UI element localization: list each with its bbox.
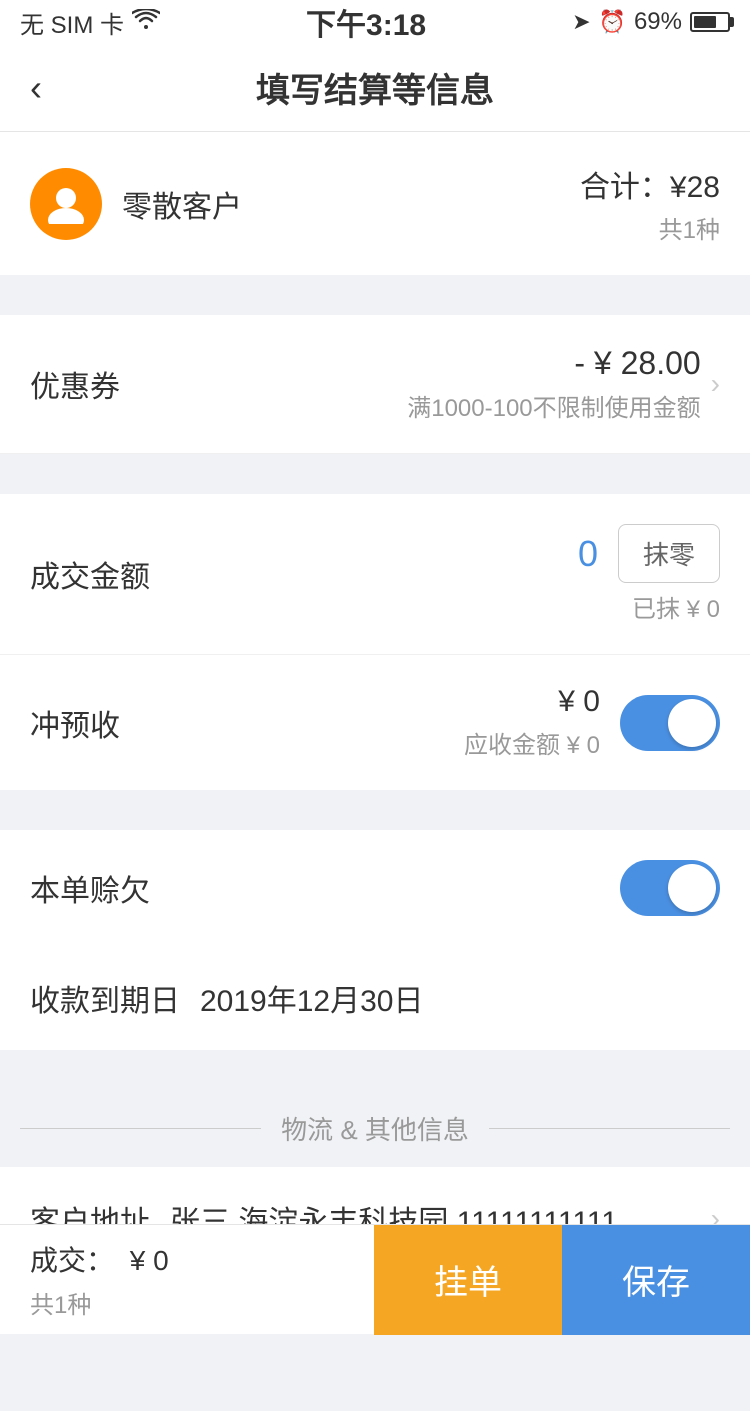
prepay-row: 冲预收 ¥ 0 应收金额 ¥ 0: [0, 655, 750, 790]
divider-line-right: [489, 1128, 730, 1129]
total-amount: 合计：¥28: [580, 162, 720, 206]
battery-fill: [694, 16, 716, 28]
credit-toggle-knob: [668, 864, 716, 912]
due-date-value: 2019年12月30日: [200, 976, 423, 1020]
coupon-label: 优惠券: [30, 362, 120, 406]
coupon-section: 优惠券 - ¥ 28.00 满1000-100不限制使用金额 ›: [0, 315, 750, 454]
battery-percent: 69%: [634, 8, 682, 36]
total-count: 共1种: [580, 210, 720, 245]
coupon-amount: - ¥ 28.00: [407, 345, 700, 382]
bottom-deal-amount: ¥ 0: [130, 1245, 169, 1276]
wifi-icon: [132, 8, 160, 36]
bottom-deal-label: 成交：: [30, 1245, 114, 1276]
status-right: ➤ ⏰ 69%: [572, 8, 730, 36]
location-icon: ➤: [572, 9, 590, 35]
status-time: 下午3:18: [306, 0, 426, 44]
save-button[interactable]: 保存: [562, 1225, 750, 1335]
bottom-count: 共1种: [30, 1285, 344, 1320]
toggle-knob: [668, 699, 716, 747]
prepay-toggle[interactable]: [620, 695, 720, 751]
avatar: [30, 168, 102, 240]
coupon-info: - ¥ 28.00 满1000-100不限制使用金额: [407, 345, 700, 423]
customer-section: 零散客户 合计：¥28 共1种: [0, 132, 750, 275]
deal-amount-value-area: 0 抹零: [578, 524, 720, 583]
status-bar: 无 SIM 卡 下午3:18 ➤ ⏰ 69%: [0, 0, 750, 44]
nav-bar: ‹ 填写结算等信息: [0, 44, 750, 132]
coupon-right: - ¥ 28.00 满1000-100不限制使用金额 ›: [407, 345, 720, 423]
coupon-row[interactable]: 优惠券 - ¥ 28.00 满1000-100不限制使用金额 ›: [0, 315, 750, 454]
hold-button[interactable]: 挂单: [374, 1225, 562, 1335]
customer-name: 零散客户: [122, 182, 242, 226]
alarm-icon: ⏰: [599, 9, 626, 35]
deal-amount-label: 成交金额: [30, 552, 150, 596]
bottom-info: 成交： ¥ 0 共1种: [0, 1239, 374, 1320]
credit-label: 本单赊欠: [30, 866, 150, 910]
logistics-divider: 物流 & 其他信息: [0, 1090, 750, 1167]
credit-row: 本单赊欠: [0, 830, 750, 946]
customer-total: 合计：¥28 共1种: [580, 162, 720, 245]
deal-amount-right: 0 抹零 已抹 ¥ 0: [578, 524, 720, 624]
deal-sub-label: 已抹 ¥ 0: [632, 589, 720, 624]
status-left: 无 SIM 卡: [20, 5, 160, 40]
carrier-text: 无 SIM 卡: [20, 5, 124, 40]
customer-row[interactable]: 零散客户 合计：¥28 共1种: [0, 132, 750, 275]
prepay-right: ¥ 0 应收金额 ¥ 0: [464, 685, 600, 760]
divider-line-left: [20, 1128, 261, 1129]
customer-left: 零散客户: [30, 168, 242, 240]
due-date-row[interactable]: 收款到期日 2019年12月30日: [0, 946, 750, 1050]
bottom-deal-row: 成交： ¥ 0: [30, 1239, 344, 1279]
divider-1: [0, 295, 750, 315]
divider-2: [0, 474, 750, 494]
divider-4: [0, 1070, 750, 1090]
page-title: 填写结算等信息: [256, 63, 494, 112]
deal-amount-value: 0: [578, 533, 598, 575]
battery-bar: [690, 12, 730, 32]
deal-section: 成交金额 0 抹零 已抹 ¥ 0 冲预收 ¥ 0 应收金额 ¥ 0: [0, 494, 750, 790]
deal-amount-row: 成交金额 0 抹零 已抹 ¥ 0: [0, 494, 750, 655]
content: 零散客户 合计：¥28 共1种 优惠券 - ¥ 28.00 满1000-100不…: [0, 132, 750, 1411]
credit-section: 本单赊欠 收款到期日 2019年12月30日: [0, 830, 750, 1050]
prepay-value-area: ¥ 0 应收金额 ¥ 0: [464, 685, 720, 760]
round-off-button[interactable]: 抹零: [618, 524, 720, 583]
divider-3: [0, 810, 750, 830]
back-button[interactable]: ‹: [30, 67, 42, 109]
prepay-label: 冲预收: [30, 701, 120, 745]
credit-toggle[interactable]: [620, 860, 720, 916]
due-date-label: 收款到期日: [30, 976, 180, 1020]
bottom-bar: 成交： ¥ 0 共1种 挂单 保存: [0, 1224, 750, 1334]
prepay-sub: 应收金额 ¥ 0: [464, 725, 600, 760]
prepay-amount: ¥ 0: [464, 685, 600, 719]
logistics-title: 物流 & 其他信息: [281, 1110, 469, 1147]
coupon-desc: 满1000-100不限制使用金额: [407, 388, 700, 423]
coupon-chevron-icon: ›: [711, 368, 720, 400]
